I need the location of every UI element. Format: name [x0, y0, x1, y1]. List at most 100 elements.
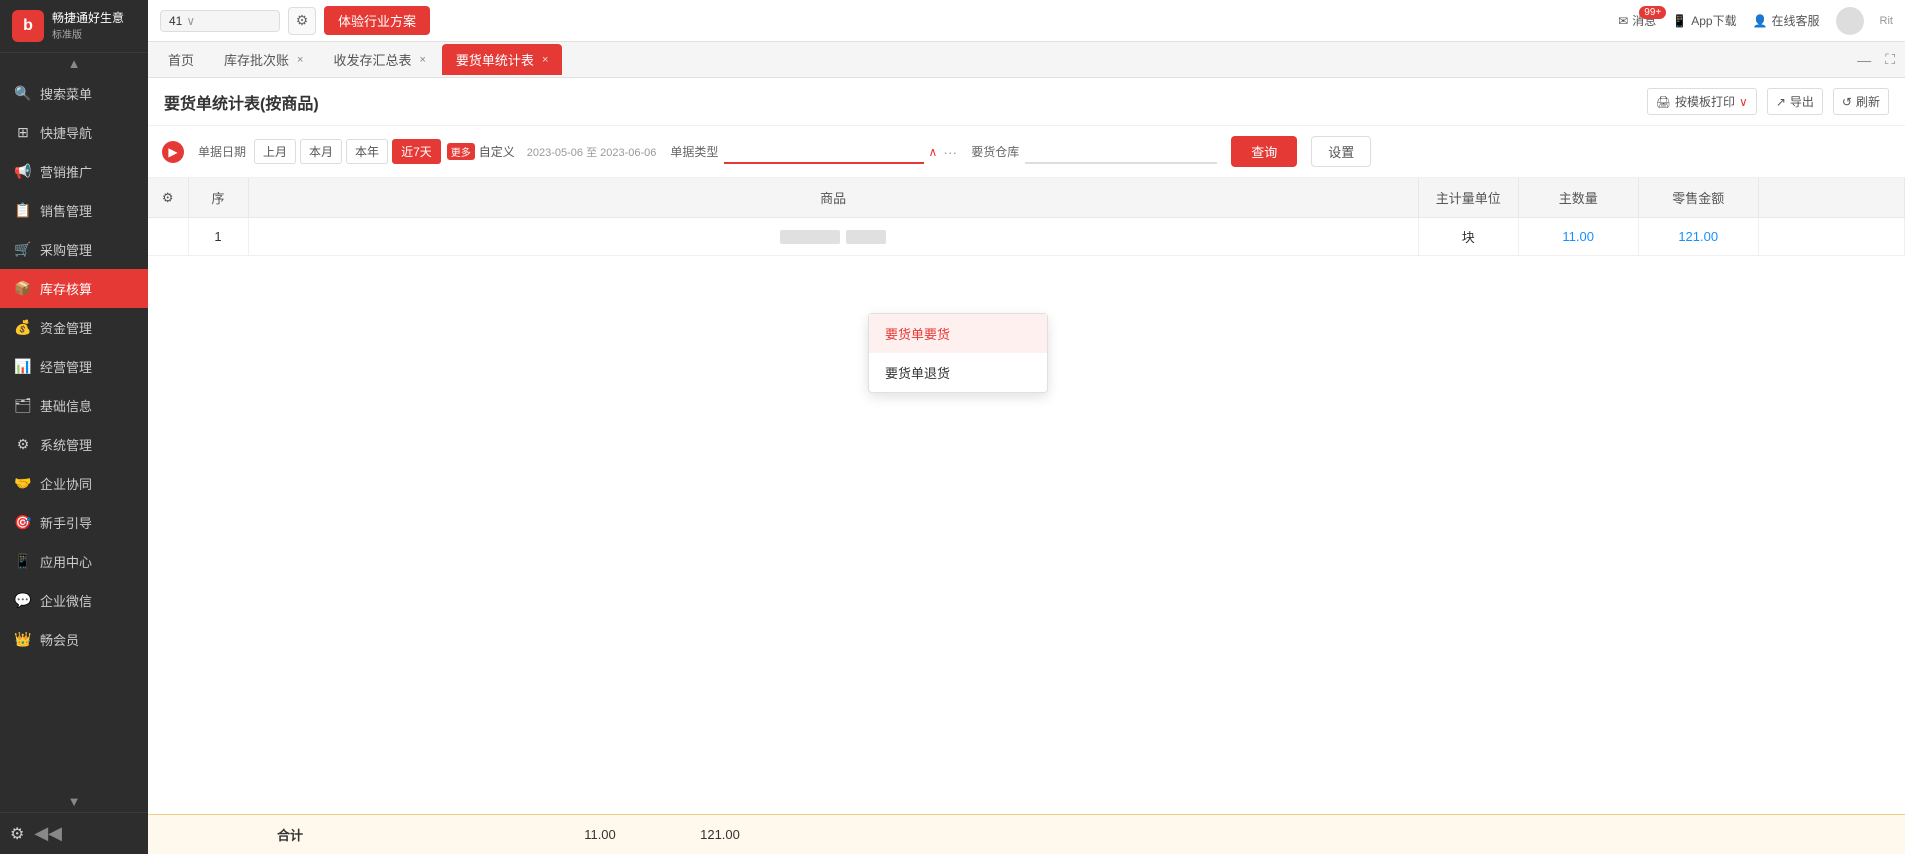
tabs-actions: — ⛶	[1853, 47, 1899, 72]
tab-order[interactable]: 要货单统计表 ×	[442, 44, 562, 75]
export-button[interactable]: ↗ 导出	[1767, 88, 1823, 115]
sidebar-collapse-icon[interactable]: ◀◀	[34, 823, 62, 844]
footer-qty: 11.00	[540, 827, 660, 842]
message-icon: ✉	[1618, 14, 1628, 28]
refresh-label: 刷新	[1856, 93, 1880, 110]
sidebar-item-label-search: 搜索菜单	[40, 84, 92, 103]
sidebar-settings-icon[interactable]: ⚙	[10, 824, 24, 844]
refresh-icon: ↺	[1842, 95, 1852, 109]
date-btn-last-month[interactable]: 上月	[254, 139, 296, 164]
row-product-cell	[248, 218, 1418, 256]
query-button[interactable]: 查询	[1231, 136, 1297, 167]
filter-more-icon[interactable]: ···	[943, 144, 957, 160]
sidebar-scroll-down[interactable]: ▼	[0, 791, 148, 812]
page-header: 要货单统计表(按商品) 🖨 按模板打印 ∨ ↗ 导出 ↺ 刷新	[148, 78, 1905, 126]
print-button[interactable]: 🖨 按模板打印 ∨	[1647, 88, 1757, 115]
tab-home[interactable]: 首页	[154, 44, 208, 75]
sidebar-item-enterprise[interactable]: 🤝 企业协同	[0, 464, 148, 503]
tab-inventory[interactable]: 库存批次账 ×	[210, 44, 317, 75]
row-amount-link[interactable]: 121.00	[1678, 229, 1718, 244]
industry-button[interactable]: 体验行业方案	[324, 6, 430, 35]
row-unit-cell: 块	[1418, 218, 1518, 256]
user-avatar[interactable]	[1836, 7, 1864, 35]
sidebar-item-marketing[interactable]: 📢营销推广	[0, 152, 148, 191]
tab-order-close-icon[interactable]: ×	[542, 54, 548, 66]
logo-text-group: 畅捷通好生意 标准版	[52, 11, 124, 42]
more-badge: 更多	[447, 143, 475, 160]
app-download-button[interactable]: 📱 App下载	[1672, 12, 1736, 29]
sidebar-item-purchase[interactable]: 🛒采购管理	[0, 230, 148, 269]
row-settings-cell	[148, 218, 188, 256]
filter-expand-button[interactable]: ▶	[162, 141, 184, 163]
date-btn-this-year[interactable]: 本年	[346, 139, 388, 164]
tab-collect[interactable]: 收发存汇总表 ×	[319, 44, 439, 75]
sidebar-navigation: 🔍搜索菜单⊞快捷导航📢营销推广📋销售管理🛒采购管理📦库存核算💰资金管理📊经营管理…	[0, 74, 148, 791]
tab-fullscreen-button[interactable]: ⛶	[1881, 47, 1899, 72]
system-icon: ⚙	[14, 436, 32, 453]
tab-inventory-close-icon[interactable]: ×	[297, 54, 303, 66]
table-container: ⚙ 序 商品 主计量单位 主数量 零售金额 1	[148, 178, 1905, 814]
warehouse-input[interactable]	[1025, 139, 1217, 164]
set-button[interactable]: 设置	[1311, 136, 1371, 167]
table-header-settings[interactable]: ⚙	[148, 178, 188, 218]
footer-label: 合计	[260, 825, 320, 844]
row-qty-link[interactable]: 11.00	[1562, 229, 1594, 244]
sidebar-item-guide[interactable]: 🎯新手引导	[0, 503, 148, 542]
sidebar-item-wechat[interactable]: 💬企业微信	[0, 581, 148, 620]
table-header-unit: 主计量单位	[1418, 178, 1518, 218]
sidebar-item-shortcut[interactable]: ⊞快捷导航	[0, 113, 148, 152]
sidebar-item-inventory[interactable]: 📦库存核算	[0, 269, 148, 308]
sidebar-item-search[interactable]: 🔍搜索菜单	[0, 74, 148, 113]
purchase-icon: 🛒	[14, 241, 32, 258]
type-filter-group: 单据类型 ∧ ···	[670, 139, 957, 164]
product-bar-2	[846, 230, 886, 244]
date-custom-button[interactable]: 自定义	[479, 143, 515, 160]
type-chevron-up-icon[interactable]: ∧	[928, 145, 937, 159]
sales-icon: 📋	[14, 202, 32, 219]
service-label: 在线客服	[1772, 12, 1820, 29]
row-amount-cell: 121.00	[1638, 218, 1758, 256]
app-download-icon: 📱	[1672, 14, 1687, 28]
online-service-button[interactable]: 👤 在线客服	[1753, 12, 1820, 29]
type-dropdown: 要货单要货 要货单退货	[868, 313, 1048, 393]
topbar: 41 ∨ ⚙ 体验行业方案 ✉ 消息 99+ 📱 App下载 👤 在线客服 Ri…	[148, 0, 1905, 42]
print-icon: 🖨	[1656, 95, 1671, 109]
sidebar-scroll-up[interactable]: ▲	[0, 53, 148, 74]
sidebar-item-label-finance: 资金管理	[40, 318, 92, 337]
row-qty-cell: 11.00	[1518, 218, 1638, 256]
data-table: ⚙ 序 商品 主计量单位 主数量 零售金额 1	[148, 178, 1905, 256]
tab-inventory-label: 库存批次账	[224, 50, 289, 69]
message-badge: 99+	[1639, 6, 1666, 19]
sidebar-item-label-appstore: 应用中心	[40, 552, 92, 571]
sidebar-item-basic[interactable]: 🗂基础信息	[0, 386, 148, 425]
row-num-cell: 1	[188, 218, 248, 256]
sidebar-item-sales[interactable]: 📋销售管理	[0, 191, 148, 230]
sidebar-item-operation[interactable]: 📊经营管理	[0, 347, 148, 386]
message-button[interactable]: ✉ 消息 99+	[1618, 12, 1656, 29]
sidebar-bottom: ⚙ ◀◀	[0, 812, 148, 854]
export-label: 导出	[1790, 93, 1814, 110]
type-input[interactable]	[724, 139, 924, 164]
date-btn-this-month[interactable]: 本月	[300, 139, 342, 164]
date-btn-7days[interactable]: 近7天	[392, 139, 441, 164]
tab-collect-close-icon[interactable]: ×	[419, 54, 425, 66]
store-selector[interactable]: 41 ∨	[160, 10, 280, 32]
topbar-gear-icon[interactable]: ⚙	[288, 7, 316, 35]
sidebar-item-system[interactable]: ⚙系统管理	[0, 425, 148, 464]
refresh-button[interactable]: ↺ 刷新	[1833, 88, 1889, 115]
dropdown-item-order[interactable]: 要货单要货	[869, 314, 1047, 353]
sidebar-item-appstore[interactable]: 📱应用中心	[0, 542, 148, 581]
topbar-right: ✉ 消息 99+ 📱 App下载 👤 在线客服 Rit	[1618, 7, 1893, 35]
dropdown-item-return[interactable]: 要货单退货	[869, 353, 1047, 392]
sidebar-item-member[interactable]: 👑畅会员	[0, 620, 148, 659]
sidebar-item-label-enterprise: 企业协同	[40, 474, 92, 493]
sidebar-item-label-inventory: 库存核算	[40, 279, 92, 298]
user-name-text: Rit	[1880, 15, 1893, 27]
tab-collect-label: 收发存汇总表	[333, 50, 411, 69]
date-range-display: 2023-05-06 至 2023-06-06	[527, 144, 657, 160]
table-header-num: 序	[188, 178, 248, 218]
enterprise-icon: 🤝	[14, 475, 32, 492]
tab-minimize-button[interactable]: —	[1853, 48, 1875, 72]
app-version: 标准版	[52, 26, 124, 41]
sidebar-item-finance[interactable]: 💰资金管理	[0, 308, 148, 347]
